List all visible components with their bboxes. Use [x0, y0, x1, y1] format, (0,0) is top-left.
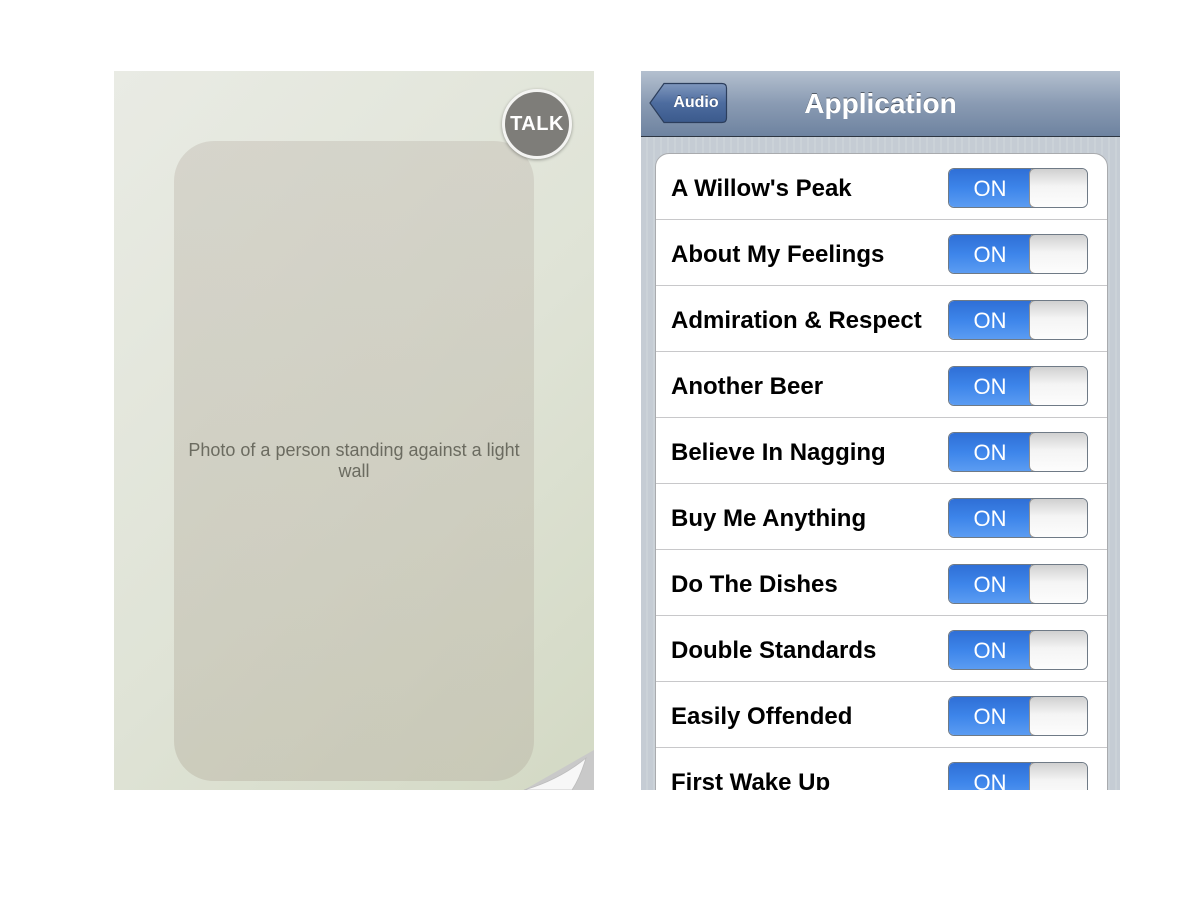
- settings-row-label: Easily Offended: [671, 703, 853, 730]
- switch-on-label: ON: [949, 169, 1031, 207]
- settings-row-label: First Wake Up: [671, 769, 831, 790]
- talk-button[interactable]: TALK: [502, 89, 572, 159]
- switch-on-label: ON: [949, 565, 1031, 603]
- switch-on-label: ON: [949, 367, 1031, 405]
- toggle-switch[interactable]: ON: [948, 498, 1088, 538]
- settings-row-label: Do The Dishes: [671, 571, 838, 598]
- toggle-switch[interactable]: ON: [948, 168, 1088, 208]
- settings-row: Buy Me Anything ON: [656, 484, 1107, 550]
- settings-row-label: Another Beer: [671, 373, 824, 400]
- settings-row-label: Buy Me Anything: [671, 505, 867, 532]
- toggle-switch[interactable]: ON: [948, 696, 1088, 736]
- person-photo: Photo of a person standing against a lig…: [174, 141, 534, 781]
- switch-on-label: ON: [949, 433, 1031, 471]
- toggle-switch[interactable]: ON: [948, 366, 1088, 406]
- switch-knob[interactable]: [1029, 499, 1087, 537]
- switch-on-label: ON: [949, 301, 1031, 339]
- toggle-switch[interactable]: ON: [948, 432, 1088, 472]
- settings-row-label: A Willow's Peak: [671, 175, 852, 202]
- toggle-switch[interactable]: ON: [948, 564, 1088, 604]
- toggle-switch[interactable]: ON: [948, 630, 1088, 670]
- settings-screen: Audio Application A Willow's Peak ON About…: [641, 71, 1120, 790]
- switch-knob[interactable]: [1029, 763, 1087, 790]
- settings-row: Double Standards ON: [656, 616, 1107, 682]
- switch-knob[interactable]: [1029, 631, 1087, 669]
- switch-knob[interactable]: [1029, 367, 1087, 405]
- switch-on-label: ON: [949, 235, 1031, 273]
- switch-on-label: ON: [949, 499, 1031, 537]
- switch-knob[interactable]: [1029, 301, 1087, 339]
- switch-knob[interactable]: [1029, 565, 1087, 603]
- page-curl-icon[interactable]: [514, 750, 594, 790]
- settings-row: About My Feelings ON: [656, 220, 1107, 286]
- settings-list: A Willow's Peak ON About My Feelings ON Admi…: [655, 153, 1108, 790]
- switch-on-label: ON: [949, 697, 1031, 735]
- toggle-switch[interactable]: ON: [948, 234, 1088, 274]
- settings-row: Another Beer ON: [656, 352, 1107, 418]
- switch-knob[interactable]: [1029, 433, 1087, 471]
- settings-row: Admiration & Respect ON: [656, 286, 1107, 352]
- settings-row-label: Believe In Nagging: [671, 439, 886, 466]
- toggle-switch[interactable]: ON: [948, 300, 1088, 340]
- photo-screen: Photo of a person standing against a lig…: [114, 71, 594, 790]
- settings-row: Believe In Nagging ON: [656, 418, 1107, 484]
- settings-row: First Wake Up ON: [656, 748, 1107, 790]
- switch-knob[interactable]: [1029, 697, 1087, 735]
- toggle-switch[interactable]: ON: [948, 762, 1088, 790]
- settings-row: A Willow's Peak ON: [656, 154, 1107, 220]
- settings-row-label: About My Feelings: [671, 241, 885, 268]
- switch-on-label: ON: [949, 763, 1031, 790]
- settings-row: Easily Offended ON: [656, 682, 1107, 748]
- settings-row-label: Admiration & Respect: [671, 307, 922, 334]
- switch-knob[interactable]: [1029, 169, 1087, 207]
- page-title: Application: [804, 88, 957, 119]
- navigation-bar: Audio Application: [641, 71, 1120, 137]
- switch-on-label: ON: [949, 631, 1031, 669]
- switch-knob[interactable]: [1029, 235, 1087, 273]
- settings-row: Do The Dishes ON: [656, 550, 1107, 616]
- settings-row-label: Double Standards: [671, 637, 877, 664]
